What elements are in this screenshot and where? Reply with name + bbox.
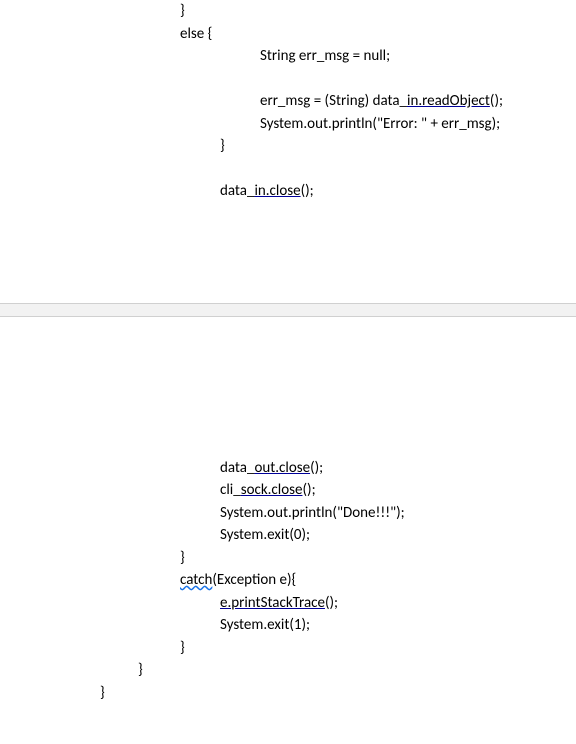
code-line: e.printStackTrace(); [0, 592, 576, 615]
code-text: cli_ [220, 481, 241, 499]
code-text: (); [325, 594, 338, 612]
code-text: } [138, 661, 143, 679]
code-line: System.out.println("Done!!!"); [0, 502, 576, 525]
code-text: (Exception e){ [212, 571, 296, 589]
code-text: err_msg = (String) data_ [260, 92, 407, 110]
code-line: else { [0, 23, 576, 46]
code-line: data_in.close(); [0, 180, 576, 203]
code-document: } else { String err_msg = null; err_msg … [0, 0, 576, 704]
code-underlined: in.readObject [407, 92, 490, 110]
code-text: } [180, 639, 185, 657]
code-line [0, 158, 576, 181]
code-line: } [0, 135, 576, 158]
code-underlined: sock.close [241, 481, 303, 499]
code-line [0, 68, 576, 91]
code-text: System.exit(1); [220, 616, 310, 634]
code-text: data_ [220, 182, 254, 200]
code-text: } [180, 2, 185, 20]
code-text: } [220, 137, 225, 155]
code-text: } [100, 684, 105, 702]
code-text: (); [310, 459, 323, 477]
code-text: else { [180, 25, 212, 43]
code-underlined: e.printStackTrace [220, 594, 325, 612]
code-line: System.out.println("Error: " + err_msg); [0, 113, 576, 136]
code-line: } [0, 682, 576, 705]
code-underlined: in.close [254, 182, 300, 200]
code-line: cli_sock.close(); [0, 479, 576, 502]
code-line: } [0, 637, 576, 660]
code-text: System.out.println("Error: " + err_msg); [260, 115, 500, 133]
code-text: System.out.println("Done!!!"); [220, 504, 405, 522]
code-text: System.exit(0); [220, 526, 310, 544]
code-line: System.exit(1); [0, 614, 576, 637]
code-squiggle: catch [180, 571, 212, 589]
code-block-lower: data_out.close(); cli_sock.close(); Syst… [0, 317, 576, 705]
code-text: (); [301, 182, 314, 200]
code-line: } [0, 547, 576, 570]
code-text: data_ [220, 459, 254, 477]
spacer [0, 203, 576, 303]
code-line: data_out.close(); [0, 457, 576, 480]
code-line: } [0, 659, 576, 682]
code-underlined: out.close [254, 459, 310, 477]
code-line: catch(Exception e){ [0, 569, 576, 592]
code-block-upper: } else { String err_msg = null; err_msg … [0, 0, 576, 203]
code-text: } [180, 549, 185, 567]
page-separator [0, 303, 576, 317]
code-text: (); [490, 92, 503, 110]
code-text: String err_msg = null; [260, 47, 390, 65]
code-line: err_msg = (String) data_in.readObject(); [0, 90, 576, 113]
code-line: System.exit(0); [0, 524, 576, 547]
code-line: } [0, 0, 576, 23]
code-line: String err_msg = null; [0, 45, 576, 68]
code-text: (); [302, 481, 315, 499]
